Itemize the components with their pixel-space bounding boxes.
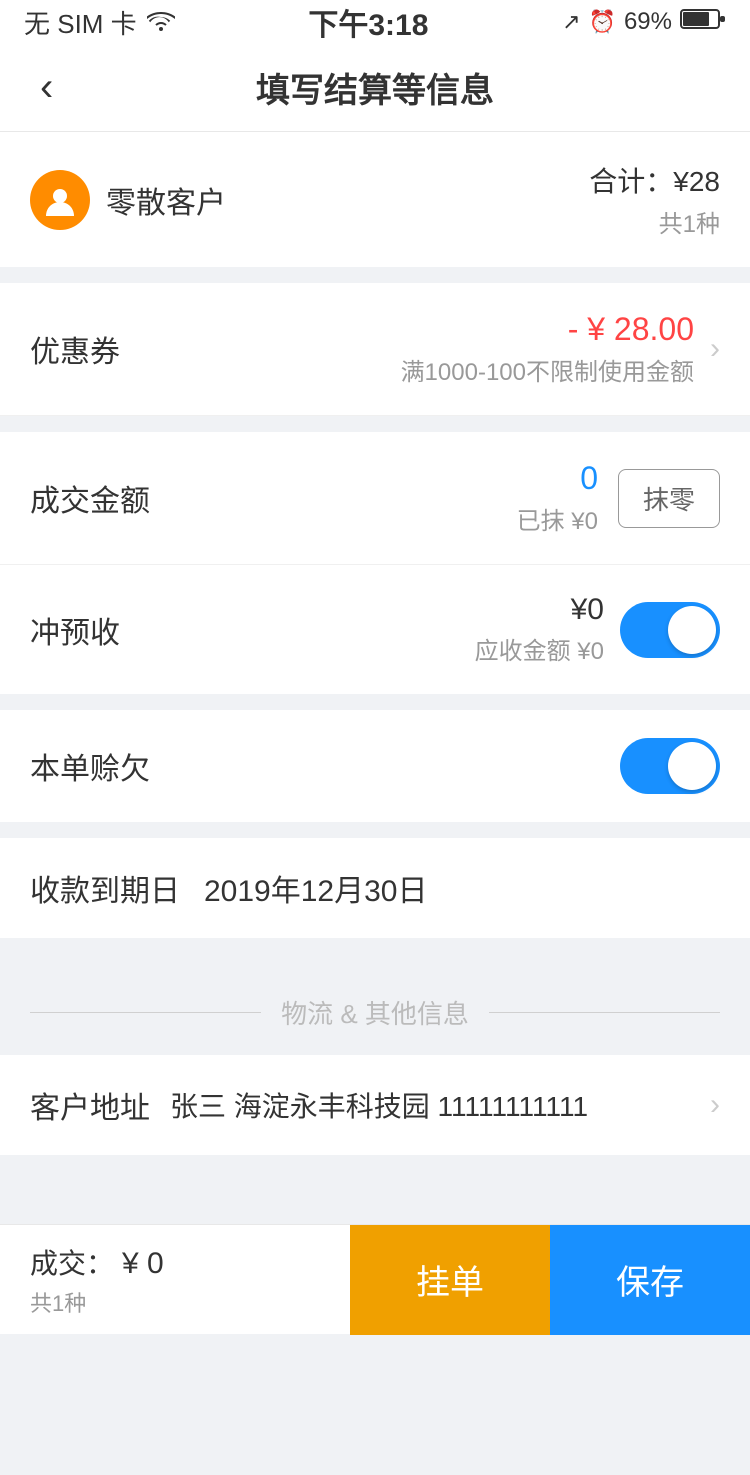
page-title: 填写结算等信息 — [256, 63, 494, 112]
total-amount: 合计：¥28 — [589, 160, 720, 200]
status-right: ↗ ⏰ 69% — [562, 7, 726, 38]
deal-amount-sub: 已抹 ¥0 — [517, 501, 598, 536]
save-button[interactable]: 保存 — [550, 1225, 750, 1335]
customer-name: 零散客户 — [106, 178, 226, 222]
due-date-label: 收款到期日 — [30, 866, 180, 910]
chevron-right-icon: › — [710, 332, 720, 366]
bottom-deal-label: 成交： — [30, 1242, 114, 1282]
section-divider-1 — [0, 416, 750, 432]
battery-icon — [680, 7, 726, 38]
bottom-deal-amount: ¥ 0 — [122, 1247, 164, 1281]
pre-receipt-right: ¥0 应收金额 ¥0 — [475, 593, 720, 666]
total-count: 共1种 — [589, 204, 720, 239]
pre-receipt-label: 冲预收 — [30, 608, 120, 652]
coupon-label: 优惠券 — [30, 327, 120, 371]
customer-row[interactable]: 零散客户 合计：¥28 共1种 — [0, 132, 750, 267]
customer-avatar — [30, 170, 90, 230]
coupon-right: - ¥ 28.00 满1000-100不限制使用金额 › — [401, 311, 720, 387]
status-left: 无 SIM 卡 — [24, 4, 175, 41]
logistics-text: 物流 & 其他信息 — [261, 994, 489, 1031]
deal-amount-label: 成交金额 — [30, 476, 150, 520]
nav-bar: ‹ 填写结算等信息 — [0, 44, 750, 132]
address-chevron-icon: › — [710, 1088, 720, 1122]
due-date-value[interactable]: 2019年12月30日 — [204, 866, 427, 910]
wifi-icon — [147, 7, 175, 38]
debt-label: 本单赊欠 — [30, 744, 150, 788]
status-time: 下午3:18 — [308, 0, 428, 44]
back-button[interactable]: ‹ — [30, 55, 63, 120]
address-label: 客户地址 — [30, 1083, 150, 1127]
pre-receipt-toggle[interactable] — [620, 602, 720, 658]
coupon-value: - ¥ 28.00 — [401, 311, 694, 348]
bottom-info: 成交： ¥ 0 共1种 — [0, 1242, 350, 1318]
customer-total: 合计：¥28 共1种 — [589, 160, 720, 239]
customer-info: 零散客户 — [30, 170, 226, 230]
section-divider-3 — [0, 954, 750, 970]
bottom-count: 共1种 — [30, 1286, 320, 1318]
location-icon: ↗ — [562, 9, 580, 35]
coupon-desc: 满1000-100不限制使用金额 — [401, 352, 694, 387]
address-value: 张三 海淀永丰科技园 11111111111 — [170, 1085, 710, 1125]
debt-toggle[interactable] — [620, 738, 720, 794]
alarm-icon: ⏰ — [589, 9, 616, 35]
sim-signal: 无 SIM 卡 — [24, 4, 137, 41]
bottom-bar: 成交： ¥ 0 共1种 挂单 保存 — [0, 1224, 750, 1334]
address-section[interactable]: 客户地址 张三 海淀永丰科技园 11111111111 › — [0, 1055, 750, 1155]
battery-text: 69% — [624, 8, 672, 36]
logistics-divider: 物流 & 其他信息 — [0, 970, 750, 1055]
deal-amount-value[interactable]: 0 — [517, 460, 598, 497]
deal-amount-section: 成交金额 0 已抹 ¥0 抹零 — [0, 432, 750, 564]
pre-receipt-sub: 应收金额 ¥0 — [475, 631, 604, 666]
due-date-section: 收款到期日 2019年12月30日 — [0, 838, 750, 938]
deal-amount-row: 成交金额 0 已抹 ¥0 抹零 — [30, 460, 720, 536]
debt-section: 本单赊欠 — [0, 710, 750, 822]
pre-receipt-row: 冲预收 ¥0 应收金额 ¥0 — [0, 564, 750, 694]
hold-button[interactable]: 挂单 — [350, 1225, 550, 1335]
round-zero-button[interactable]: 抹零 — [618, 469, 720, 528]
pre-receipt-value: ¥0 — [475, 593, 604, 627]
status-bar: 无 SIM 卡 下午3:18 ↗ ⏰ 69% — [0, 0, 750, 44]
coupon-row[interactable]: 优惠券 - ¥ 28.00 满1000-100不限制使用金额 › — [0, 283, 750, 416]
section-divider-2 — [0, 694, 750, 710]
